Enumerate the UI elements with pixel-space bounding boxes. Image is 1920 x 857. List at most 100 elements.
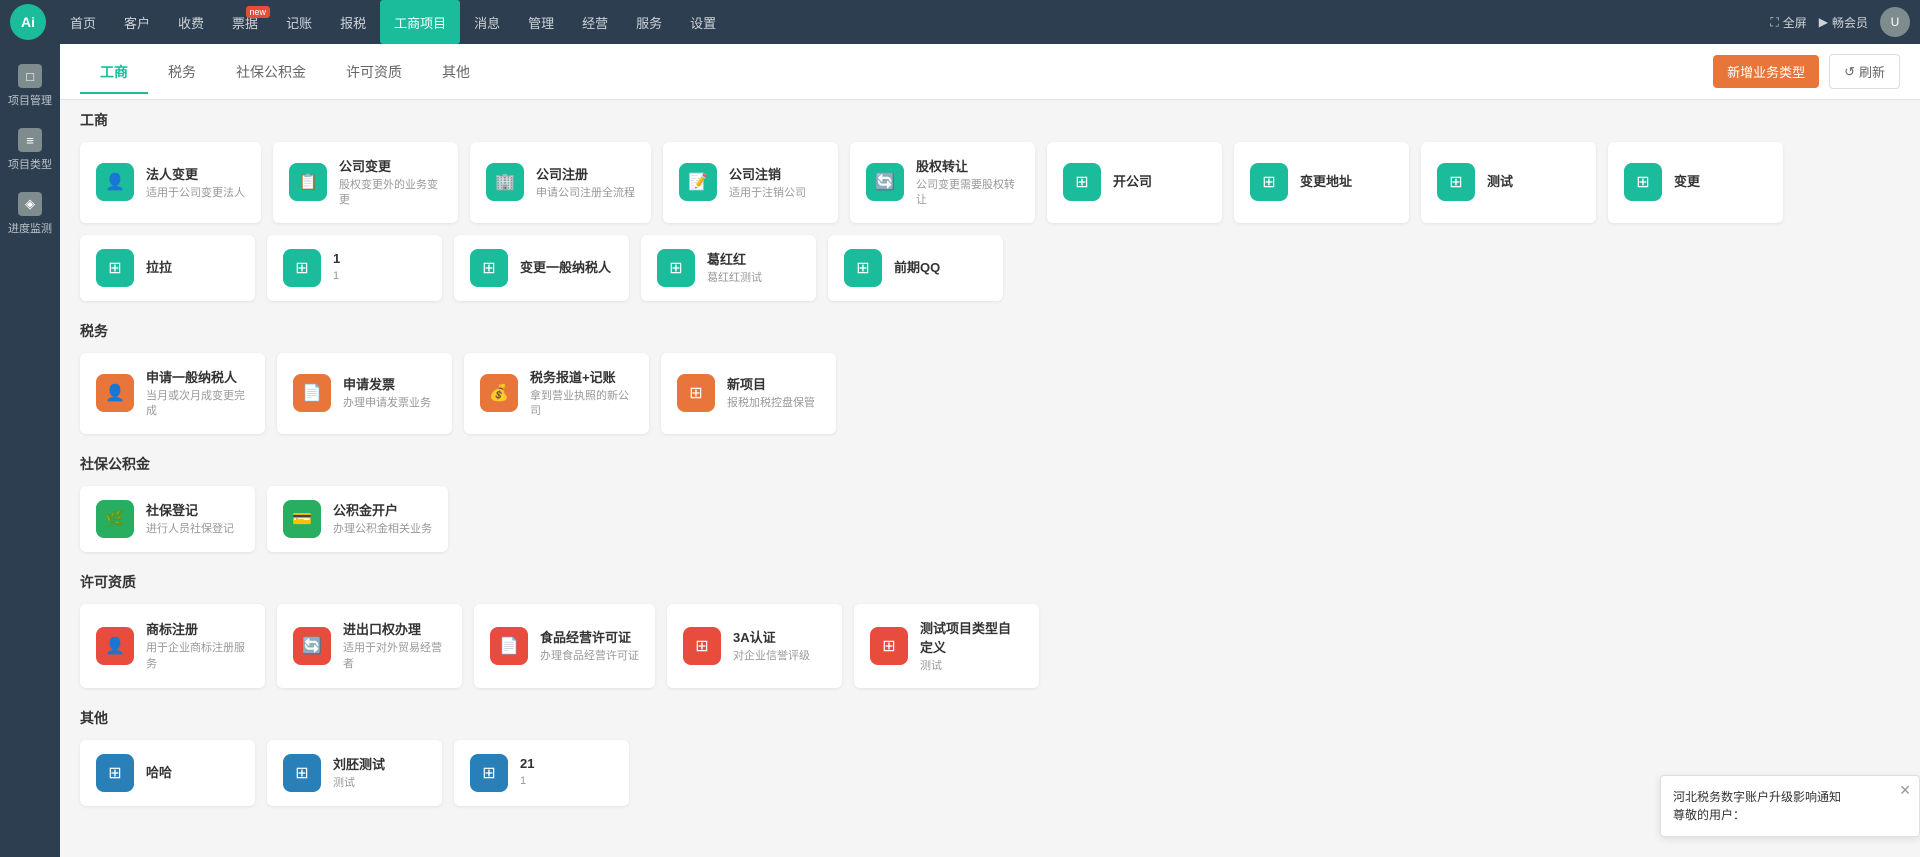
card-icon-symbol-early-qq: ⊞ — [856, 258, 869, 278]
card-3a-cert[interactable]: ⊞ 3A认证 对企业信誉评级 — [667, 604, 842, 688]
main-content: 工商税务社保公积金许可资质其他 新增业务类型 ↺ 刷新 工商 👤 法人变更 适用… — [60, 44, 1920, 857]
card-import-export[interactable]: 🔄 进出口权办理 适用于对外贸易经营者 — [277, 604, 462, 688]
sidebar-item-progress[interactable]: ◈ 进度监测 — [0, 182, 60, 246]
card-trademark[interactable]: 👤 商标注册 用于企业商标注册服务 — [80, 604, 265, 688]
card-num21[interactable]: ⊞ 21 1 — [454, 740, 629, 806]
cards-grid-tax: 👤 申请一般纳税人 当月或次月成变更完成 📄 申请发票 办理申请发票业务 💰 税… — [80, 353, 1900, 434]
card-title-equity-transfer: 股权转让 — [916, 156, 1019, 175]
card-company-register[interactable]: 🏢 公司注册 申请公司注册全流程 — [470, 142, 651, 223]
new-type-button[interactable]: 新增业务类型 — [1713, 55, 1819, 88]
card-title-apply-general: 申请一般纳税人 — [146, 367, 249, 386]
card-desc-num21: 1 — [520, 774, 613, 789]
card-desc-gehonghong: 葛红红测试 — [707, 271, 800, 286]
nav-item-settings[interactable]: 设置 — [676, 0, 730, 44]
card-equity-transfer[interactable]: 🔄 股权转让 公司变更需要股权转让 — [850, 142, 1035, 223]
card-desc-company-register: 申请公司注册全流程 — [536, 186, 635, 201]
cards-grid-other: ⊞ 哈哈 ⊞ 刘胚测试 测试 ⊞ 21 1 — [80, 740, 1900, 806]
sidebar-icon-project-mgmt: □ — [18, 64, 42, 88]
member-btn[interactable]: ▶ 畅会员 — [1819, 14, 1868, 31]
sidebar-item-project-mgmt[interactable]: □ 项目管理 — [0, 54, 60, 118]
card-title-open-company: 开公司 — [1113, 171, 1206, 190]
card-test-type[interactable]: ⊞ 测试项目类型自定义 测试 — [854, 604, 1039, 688]
card-legal-change[interactable]: 👤 法人变更 适用于公司变更法人 — [80, 142, 261, 223]
sidebar-item-project-type[interactable]: ≡ 项目类型 — [0, 118, 60, 182]
card-test[interactable]: ⊞ 测试 — [1421, 142, 1596, 223]
card-desc-tax-report: 拿到营业执照的新公司 — [530, 389, 633, 420]
nav-item-industrial[interactable]: 工商项目 — [380, 0, 460, 44]
card-tax-report[interactable]: 💰 税务报道+记账 拿到营业执照的新公司 — [464, 353, 649, 434]
card-icon-symbol-gehonghong: ⊞ — [669, 258, 682, 278]
tab-license[interactable]: 许可资质 — [326, 52, 422, 94]
card-desc-3a-cert: 对企业信誉评级 — [733, 649, 826, 664]
card-provident-fund[interactable]: 💳 公积金开户 办理公积金相关业务 — [267, 486, 448, 552]
card-icon-symbol-legal-change: 👤 — [105, 172, 125, 192]
card-info-change: 变更 — [1674, 171, 1767, 193]
card-icon-change: ⊞ — [1624, 163, 1662, 201]
sidebar-icon-progress: ◈ — [18, 192, 42, 216]
card-icon-symbol-tax-report: 💰 — [489, 383, 509, 403]
card-title-new-project: 新项目 — [727, 374, 820, 393]
card-company-change[interactable]: 📋 公司变更 股权变更外的业务变更 — [273, 142, 458, 223]
nav-item-tickets[interactable]: 票据new — [218, 0, 272, 44]
card-icon-symbol-change-address: ⊞ — [1262, 172, 1275, 192]
app-logo: Ai — [10, 4, 46, 40]
card-early-qq[interactable]: ⊞ 前期QQ — [828, 235, 1003, 301]
card-company-cancel[interactable]: 📝 公司注销 适用于注销公司 — [663, 142, 838, 223]
card-gehonghong[interactable]: ⊞ 葛红红 葛红红测试 — [641, 235, 816, 301]
card-social-register[interactable]: 🌿 社保登记 进行人员社保登记 — [80, 486, 255, 552]
refresh-button[interactable]: ↺ 刷新 — [1829, 54, 1900, 89]
card-num1[interactable]: ⊞ 1 1 — [267, 235, 442, 301]
notification-close-btn[interactable]: ✕ — [1899, 782, 1911, 799]
nav-item-clients[interactable]: 客户 — [110, 0, 164, 44]
nav-item-billing[interactable]: 收费 — [164, 0, 218, 44]
tab-other[interactable]: 其他 — [422, 52, 490, 94]
card-apply-invoice[interactable]: 📄 申请发票 办理申请发票业务 — [277, 353, 452, 434]
card-title-lala: 拉拉 — [146, 257, 239, 276]
card-icon-legal-change: 👤 — [96, 163, 134, 201]
nav-item-services[interactable]: 服务 — [622, 0, 676, 44]
card-food-license[interactable]: 📄 食品经营许可证 办理食品经营许可证 — [474, 604, 655, 688]
card-desc-trademark: 用于企业商标注册服务 — [146, 641, 249, 672]
card-title-early-qq: 前期QQ — [894, 257, 987, 276]
card-icon-lala: ⊞ — [96, 249, 134, 287]
avatar[interactable]: U — [1880, 7, 1910, 37]
tab-bar: 工商税务社保公积金许可资质其他 — [60, 51, 1693, 93]
card-info-gehonghong: 葛红红 葛红红测试 — [707, 249, 800, 286]
card-desc-legal-change: 适用于公司变更法人 — [146, 186, 245, 201]
card-new-project[interactable]: ⊞ 新项目 报税加税控盘保管 — [661, 353, 836, 434]
card-info-change-address: 变更地址 — [1300, 171, 1393, 193]
fullscreen-btn[interactable]: ⛶ 全屏 — [1770, 14, 1806, 31]
refresh-icon: ↺ — [1844, 64, 1855, 80]
card-info-general-taxpayer-change: 变更一般纳税人 — [520, 257, 613, 279]
card-desc-company-change: 股权变更外的业务变更 — [339, 178, 442, 209]
tab-industrial[interactable]: 工商 — [80, 52, 148, 94]
nav-item-management[interactable]: 管理 — [514, 0, 568, 44]
nav-item-tax[interactable]: 报税 — [326, 0, 380, 44]
card-general-taxpayer-change[interactable]: ⊞ 变更一般纳税人 — [454, 235, 629, 301]
tab-social[interactable]: 社保公积金 — [216, 52, 326, 94]
nav-item-accounting[interactable]: 记账 — [272, 0, 326, 44]
card-info-liupei-test: 刘胚测试 测试 — [333, 754, 426, 791]
card-title-provident-fund: 公积金开户 — [333, 500, 432, 519]
card-desc-equity-transfer: 公司变更需要股权转让 — [916, 178, 1019, 209]
tab-tax[interactable]: 税务 — [148, 52, 216, 94]
card-liupei-test[interactable]: ⊞ 刘胚测试 测试 — [267, 740, 442, 806]
card-change-address[interactable]: ⊞ 变更地址 — [1234, 142, 1409, 223]
card-icon-symbol-num1: ⊞ — [295, 258, 308, 278]
card-info-company-register: 公司注册 申请公司注册全流程 — [536, 164, 635, 201]
card-apply-general[interactable]: 👤 申请一般纳税人 当月或次月成变更完成 — [80, 353, 265, 434]
nav-item-operations[interactable]: 经营 — [568, 0, 622, 44]
card-open-company[interactable]: ⊞ 开公司 — [1047, 142, 1222, 223]
action-bar: 新增业务类型 ↺ 刷新 — [1693, 44, 1920, 99]
card-haha[interactable]: ⊞ 哈哈 — [80, 740, 255, 806]
cards-grid-industrial: 👤 法人变更 适用于公司变更法人 📋 公司变更 股权变更外的业务变更 🏢 公司注… — [80, 142, 1900, 301]
card-icon-early-qq: ⊞ — [844, 249, 882, 287]
card-change[interactable]: ⊞ 变更 — [1608, 142, 1783, 223]
nav-item-home[interactable]: 首页 — [56, 0, 110, 44]
card-icon-provident-fund: 💳 — [283, 500, 321, 538]
nav-item-messages[interactable]: 消息 — [460, 0, 514, 44]
card-lala[interactable]: ⊞ 拉拉 — [80, 235, 255, 301]
card-icon-3a-cert: ⊞ — [683, 627, 721, 665]
card-info-open-company: 开公司 — [1113, 171, 1206, 193]
card-desc-import-export: 适用于对外贸易经营者 — [343, 641, 446, 672]
